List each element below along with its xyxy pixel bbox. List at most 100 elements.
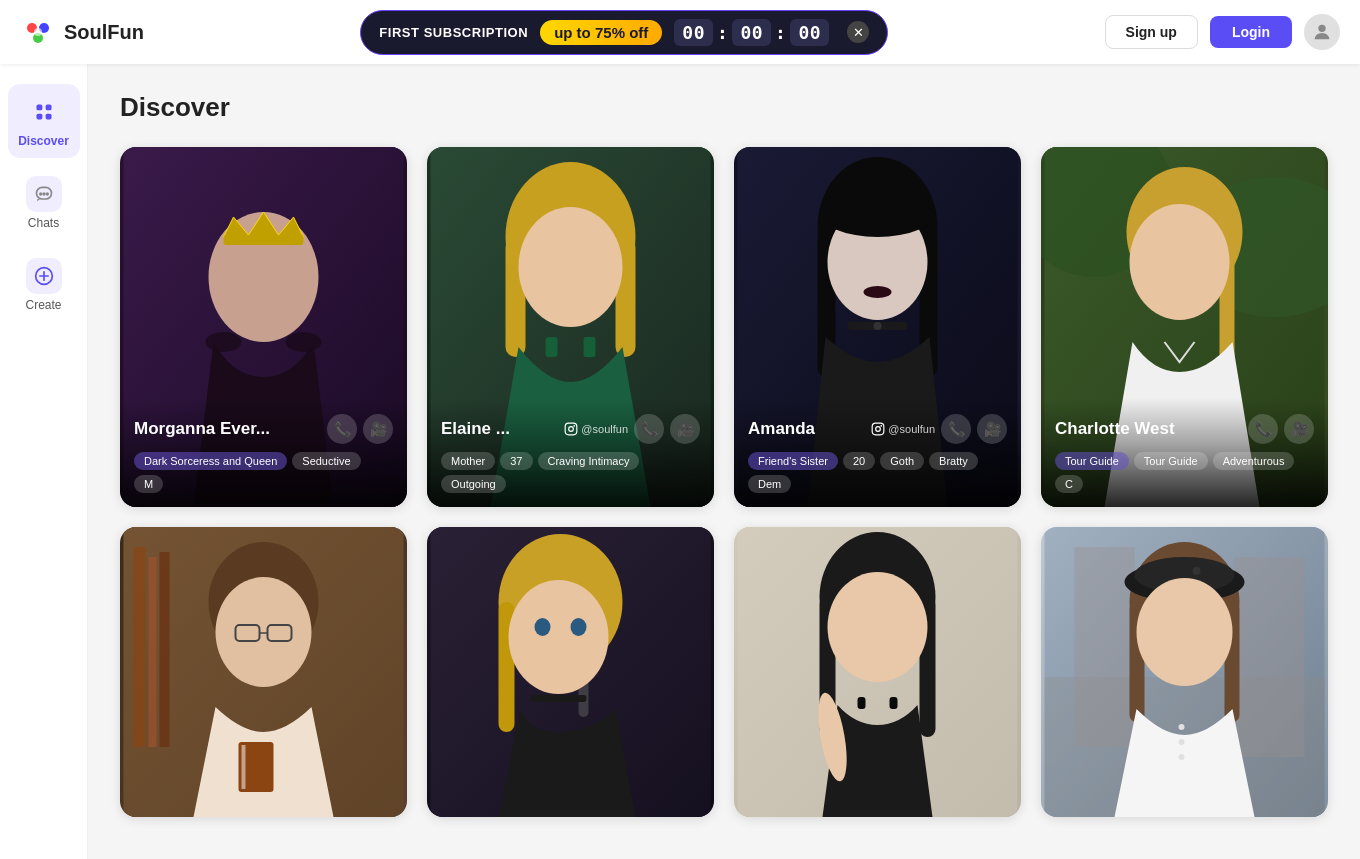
login-button[interactable]: Login [1210, 16, 1292, 48]
tag: Tour Guide [1134, 452, 1208, 470]
logo-text: SoulFun [64, 21, 144, 44]
svg-point-76 [828, 572, 928, 682]
card-morganna-video[interactable]: 🎥 [363, 414, 393, 444]
svg-rect-83 [1235, 557, 1305, 757]
svg-rect-19 [224, 235, 304, 245]
card-elaine-overlay: Elaine ... @soulfun 📞 🎥 Mother 37 Cravin… [427, 398, 714, 507]
sidebar-item-create[interactable]: Create [8, 248, 80, 322]
card-charlotte-tags: Tour Guide Tour Guide Adventurous C [1055, 452, 1314, 493]
svg-rect-29 [566, 423, 578, 435]
promo-close-button[interactable]: ✕ [847, 21, 869, 43]
card-blonde-choker[interactable] [427, 527, 714, 817]
card-morganna-tags: Dark Sorceress and Queen Seductive M [134, 452, 393, 493]
card-amanda-tags: Friend's Sister 20 Goth Bratty Dem [748, 452, 1007, 493]
svg-point-5 [1318, 25, 1325, 32]
card-charlotte-call[interactable]: 📞 [1248, 414, 1278, 444]
svg-point-30 [569, 427, 574, 432]
card-elaine-name: Elaine ... [441, 419, 510, 439]
svg-rect-70 [531, 695, 587, 702]
tag: Outgoing [441, 475, 506, 493]
card-charlotte[interactable]: Charlotte West 📞 🎥 Tour Guide Tour Guide… [1041, 147, 1328, 507]
svg-point-43 [881, 425, 883, 427]
tag: Craving Intimacy [538, 452, 640, 470]
sidebar: Discover Chats Create [0, 64, 88, 859]
svg-point-11 [42, 192, 45, 195]
svg-rect-27 [546, 337, 558, 357]
card-asian-girl[interactable] [734, 527, 1021, 817]
timer-seconds: 00 [790, 19, 829, 46]
chats-icon [26, 176, 62, 212]
svg-point-89 [1193, 567, 1201, 575]
promo-discount: up to 75% off [540, 20, 662, 45]
tag: 20 [843, 452, 875, 470]
svg-rect-78 [890, 697, 898, 709]
svg-point-39 [874, 322, 882, 330]
sidebar-item-chats[interactable]: Chats [8, 166, 80, 240]
topbar: SoulFun FIRST SUBSCRIPTION up to 75% off… [0, 0, 1360, 64]
sidebar-create-label: Create [25, 298, 61, 312]
logo[interactable]: SoulFun [20, 14, 144, 50]
svg-point-26 [519, 207, 623, 327]
card-elaine[interactable]: Elaine ... @soulfun 📞 🎥 Mother 37 Cravin… [427, 147, 714, 507]
card-librarian-image [120, 527, 407, 817]
tag: Mother [441, 452, 495, 470]
signup-button[interactable]: Sign up [1105, 15, 1198, 49]
svg-rect-8 [36, 114, 42, 120]
sidebar-chats-label: Chats [28, 216, 59, 230]
svg-point-21 [286, 332, 322, 352]
card-amanda-social: @soulfun [871, 422, 935, 436]
svg-point-56 [216, 577, 312, 687]
svg-point-69 [571, 618, 587, 636]
svg-point-49 [1130, 204, 1230, 320]
svg-rect-82 [1075, 547, 1135, 747]
svg-point-91 [1179, 724, 1185, 730]
svg-point-12 [45, 192, 48, 195]
card-beret-girl[interactable] [1041, 527, 1328, 817]
card-amanda-name: Amanda [748, 419, 815, 439]
tag: 37 [500, 452, 532, 470]
card-morganna-call[interactable]: 📞 [327, 414, 357, 444]
svg-point-92 [1179, 739, 1185, 745]
discover-icon [26, 94, 62, 130]
card-elaine-video[interactable]: 🎥 [670, 414, 700, 444]
svg-rect-28 [584, 337, 596, 357]
svg-rect-9 [45, 114, 51, 120]
logo-icon [20, 14, 56, 50]
sidebar-item-discover[interactable]: Discover [8, 84, 80, 158]
tag: Friend's Sister [748, 452, 838, 470]
card-charlotte-video[interactable]: 🎥 [1284, 414, 1314, 444]
promo-timer: 00 : 00 : 00 [674, 19, 829, 46]
svg-rect-53 [149, 557, 157, 747]
tag: M [134, 475, 163, 493]
auth-buttons: Sign up Login [1105, 14, 1340, 50]
svg-rect-61 [242, 745, 246, 789]
svg-rect-77 [858, 697, 866, 709]
card-morganna[interactable]: Morganna Ever... 📞 🎥 Dark Sorceress and … [120, 147, 407, 507]
card-elaine-social: @soulfun [564, 422, 628, 436]
card-asian-girl-image [734, 527, 1021, 817]
promo-banner: FIRST SUBSCRIPTION up to 75% off 00 : 00… [360, 10, 888, 55]
card-elaine-call[interactable]: 📞 [634, 414, 664, 444]
svg-rect-7 [45, 105, 51, 111]
user-avatar[interactable] [1304, 14, 1340, 50]
svg-point-37 [864, 286, 892, 298]
svg-rect-52 [134, 547, 146, 747]
svg-rect-6 [36, 105, 42, 111]
page-title: Discover [120, 92, 1328, 123]
create-icon [26, 258, 62, 294]
svg-point-20 [206, 332, 242, 352]
tag: C [1055, 475, 1083, 493]
svg-point-4 [34, 28, 42, 36]
card-elaine-tags: Mother 37 Craving Intimacy Outgoing [441, 452, 700, 493]
card-amanda[interactable]: Amanda @soulfun 📞 🎥 Friend's Sister 20 G… [734, 147, 1021, 507]
svg-point-31 [574, 425, 576, 427]
card-librarian[interactable] [120, 527, 407, 817]
cards-grid: Morganna Ever... 📞 🎥 Dark Sorceress and … [120, 147, 1328, 817]
card-amanda-call[interactable]: 📞 [941, 414, 971, 444]
tag: Adventurous [1213, 452, 1295, 470]
tag: Seductive [292, 452, 360, 470]
tag: Bratty [929, 452, 978, 470]
card-amanda-video[interactable]: 🎥 [977, 414, 1007, 444]
card-blonde-choker-image [427, 527, 714, 817]
svg-point-10 [39, 192, 42, 195]
